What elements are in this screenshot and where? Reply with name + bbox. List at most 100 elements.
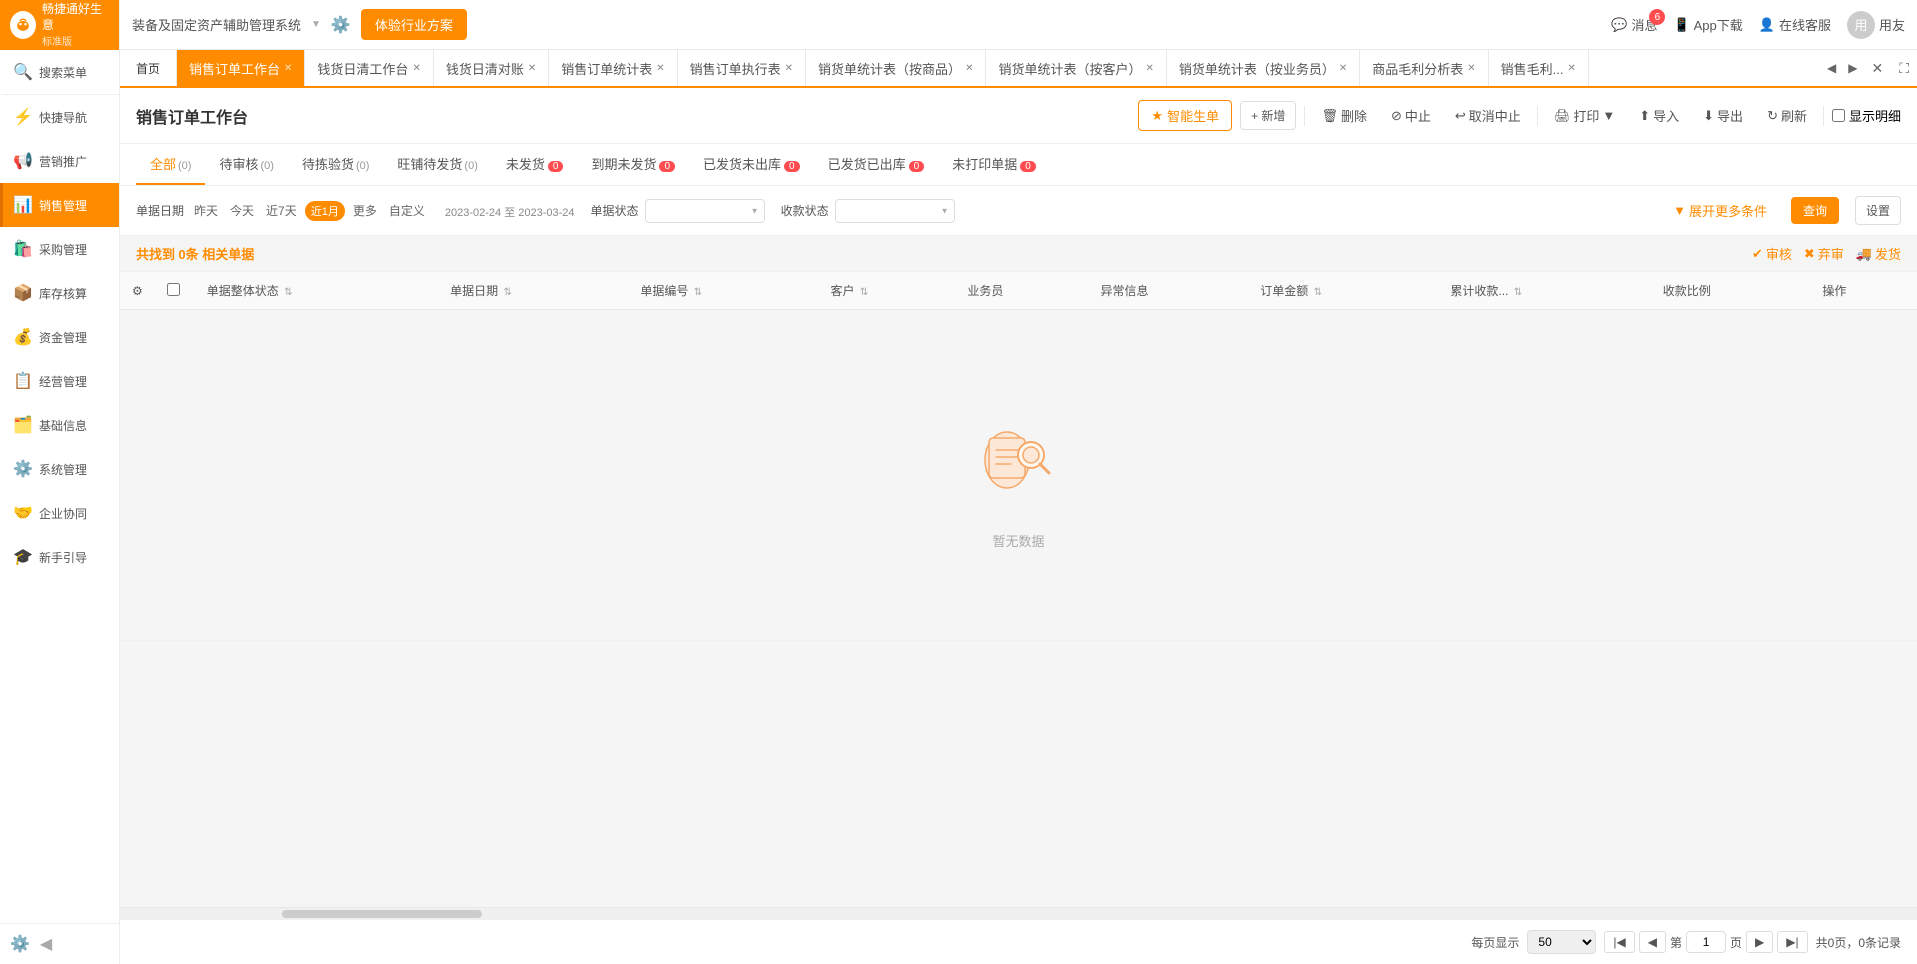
tab-sales-by-product[interactable]: 销货单统计表（按商品） ✕	[806, 50, 986, 87]
sort-cumulative-icon[interactable]: ⇅	[1514, 287, 1522, 298]
sidebar-item-purchase[interactable]: 🛍️ 采购管理	[0, 227, 119, 271]
tab-order-exec[interactable]: 销售订单执行表 ✕	[678, 50, 806, 87]
sidebar-item-sales[interactable]: 📊 销售管理	[0, 183, 119, 227]
tab-sales-workbench-close[interactable]: ✕	[284, 63, 292, 74]
sidebar-item-basic[interactable]: 🗂️ 基础信息	[0, 403, 119, 447]
search-button[interactable]: 查询	[1791, 197, 1839, 224]
tab-close-all-btn[interactable]: ✕	[1863, 50, 1891, 87]
sort-date-icon[interactable]: ⇅	[504, 287, 512, 298]
filter-tab-overdue[interactable]: 到期未发货0	[577, 144, 689, 185]
page-end-label: 页	[1730, 934, 1742, 951]
filter-tab-all[interactable]: 全部(0)	[136, 144, 205, 185]
date-yesterday[interactable]: 昨天	[190, 200, 222, 221]
payment-select[interactable]	[835, 199, 955, 223]
filter-tab-unshipped[interactable]: 未发货0	[492, 144, 578, 185]
app-download-btn[interactable]: 📱 App下载	[1673, 15, 1742, 34]
suspend-button[interactable]: ⊘ 中止	[1383, 101, 1439, 130]
tab-order-stats[interactable]: 销售订单统计表 ✕	[549, 50, 677, 87]
filter-tab-wangpu[interactable]: 旺铺待发货(0)	[383, 144, 491, 185]
tab-expand-btn[interactable]: ⛶	[1891, 50, 1917, 87]
tab-sales-by-product-close[interactable]: ✕	[965, 63, 973, 74]
tab-daily-clear-close[interactable]: ✕	[412, 63, 420, 74]
tab-order-stats-close[interactable]: ✕	[656, 63, 664, 74]
page-input[interactable]	[1686, 931, 1726, 953]
tab-sales-gross-close[interactable]: ✕	[1568, 63, 1576, 74]
date-7days[interactable]: 近7天	[262, 200, 301, 221]
batch-cancel-btn[interactable]: ✖ 弃审	[1804, 244, 1844, 263]
sidebar-item-enterprise[interactable]: 🤝 企业协同	[0, 491, 119, 535]
tab-reconcile-close[interactable]: ✕	[528, 63, 536, 74]
show-detail-checkbox[interactable]	[1832, 109, 1845, 122]
date-1month[interactable]: 近1月	[305, 201, 345, 221]
tab-sales-gross[interactable]: 销售毛利... ✕	[1489, 50, 1589, 87]
date-custom[interactable]: 自定义	[385, 200, 429, 221]
refresh-label: 刷新	[1781, 106, 1807, 125]
export-button[interactable]: ⬇ 导出	[1695, 101, 1751, 130]
settings-bottom-icon[interactable]: ⚙️	[10, 934, 30, 954]
tab-home[interactable]: 首页	[120, 50, 177, 87]
date-more[interactable]: 更多	[349, 200, 381, 221]
sort-status-icon[interactable]: ⇅	[284, 287, 292, 298]
collapse-icon[interactable]: ◀	[40, 934, 52, 954]
page-last-btn[interactable]: ▶|	[1777, 931, 1807, 953]
sidebar-item-quicknav[interactable]: ⚡ 快捷导航	[0, 95, 119, 139]
refresh-button[interactable]: ↻ 刷新	[1759, 101, 1815, 130]
tab-daily-clear[interactable]: 钱货日清工作台 ✕	[305, 50, 433, 87]
topbar-settings-icon[interactable]: ⚙️	[331, 15, 351, 35]
filter-tab-unprinted[interactable]: 未打印单据0	[938, 144, 1050, 185]
page-first-btn[interactable]: |◀	[1604, 931, 1634, 953]
tab-profit-analysis[interactable]: 商品毛利分析表 ✕	[1360, 50, 1488, 87]
filter-settings-button[interactable]: 设置	[1855, 196, 1901, 225]
sidebar-item-finance[interactable]: 💰 资金管理	[0, 315, 119, 359]
trial-button[interactable]: 体验行业方案	[361, 9, 467, 40]
empty-icon	[969, 400, 1069, 519]
sidebar-item-inventory[interactable]: 📦 库存核算	[0, 271, 119, 315]
sort-number-icon[interactable]: ⇅	[694, 287, 702, 298]
message-btn[interactable]: 💬 消息 6	[1611, 15, 1657, 34]
status-select[interactable]	[645, 199, 765, 223]
user-menu[interactable]: 用 用友	[1847, 11, 1905, 39]
expand-filters-btn[interactable]: ▼ 展开更多条件	[1673, 201, 1767, 220]
sidebar-item-system[interactable]: ⚙️ 系统管理	[0, 447, 119, 491]
col-settings[interactable]: ⚙	[120, 272, 155, 310]
tab-sales-workbench[interactable]: 销售订单工作台 ✕	[177, 50, 305, 87]
sidebar-search[interactable]: 🔍 搜索菜单	[0, 50, 119, 95]
sidebar-item-newguide[interactable]: 🎓 新手引导	[0, 535, 119, 579]
tab-sales-by-customer-close[interactable]: ✕	[1145, 63, 1153, 74]
online-service-btn[interactable]: 👤 在线客服	[1759, 15, 1831, 34]
batch-ship-btn[interactable]: 🚚 发货	[1856, 244, 1901, 263]
tab-next-btn[interactable]: ▶	[1842, 50, 1863, 87]
show-detail-checkbox-wrap[interactable]: 显示明细	[1832, 106, 1901, 125]
horizontal-scrollbar[interactable]	[120, 907, 1917, 919]
date-today[interactable]: 今天	[226, 200, 258, 221]
cancel-suspend-button[interactable]: ↩ 取消中止	[1447, 101, 1529, 130]
filter-tab-shipped-out[interactable]: 已发货已出库0	[814, 144, 939, 185]
page-next-btn[interactable]: ▶	[1746, 931, 1773, 953]
dropdown-arrow-icon[interactable]: ▼	[311, 19, 321, 30]
sort-customer-icon[interactable]: ⇅	[860, 287, 868, 298]
smart-create-button[interactable]: ★ 智能生单	[1138, 100, 1232, 131]
tab-reconcile[interactable]: 钱货日清对账 ✕	[434, 50, 549, 87]
import-button[interactable]: ⬆ 导入	[1631, 101, 1687, 130]
page-size-select[interactable]: 50 100 200	[1527, 930, 1596, 954]
tab-order-exec-close[interactable]: ✕	[785, 63, 793, 74]
tab-profit-analysis-close[interactable]: ✕	[1467, 63, 1475, 74]
scroll-thumb[interactable]	[282, 910, 482, 918]
filter-tab-pending-check[interactable]: 待拣验货(0)	[288, 144, 383, 185]
sidebar-item-marketing[interactable]: 📢 营销推广	[0, 139, 119, 183]
delete-button[interactable]: 🗑 删除	[1313, 101, 1375, 130]
tab-sales-by-customer[interactable]: 销货单统计表（按客户） ✕	[986, 50, 1166, 87]
sort-amount-icon[interactable]: ⇅	[1314, 287, 1322, 298]
new-button[interactable]: + 新增	[1240, 101, 1296, 130]
filter-tab-shipped-not-out[interactable]: 已发货未出库0	[689, 144, 814, 185]
batch-approve-btn[interactable]: ✔ 审核	[1752, 244, 1792, 263]
col-checkbox[interactable]	[155, 272, 195, 310]
tab-sales-by-salesman[interactable]: 销货单统计表（按业务员） ✕	[1167, 50, 1360, 87]
tab-sales-by-salesman-close[interactable]: ✕	[1339, 63, 1347, 74]
sidebar-item-operations[interactable]: 📋 经营管理	[0, 359, 119, 403]
select-all-checkbox[interactable]	[167, 283, 180, 296]
print-button[interactable]: 🖨 打印 ▼	[1546, 101, 1623, 130]
tab-prev-btn[interactable]: ◀	[1821, 50, 1842, 87]
page-prev-btn[interactable]: ◀	[1639, 931, 1666, 953]
filter-tab-pending-review[interactable]: 待审核(0)	[205, 144, 287, 185]
